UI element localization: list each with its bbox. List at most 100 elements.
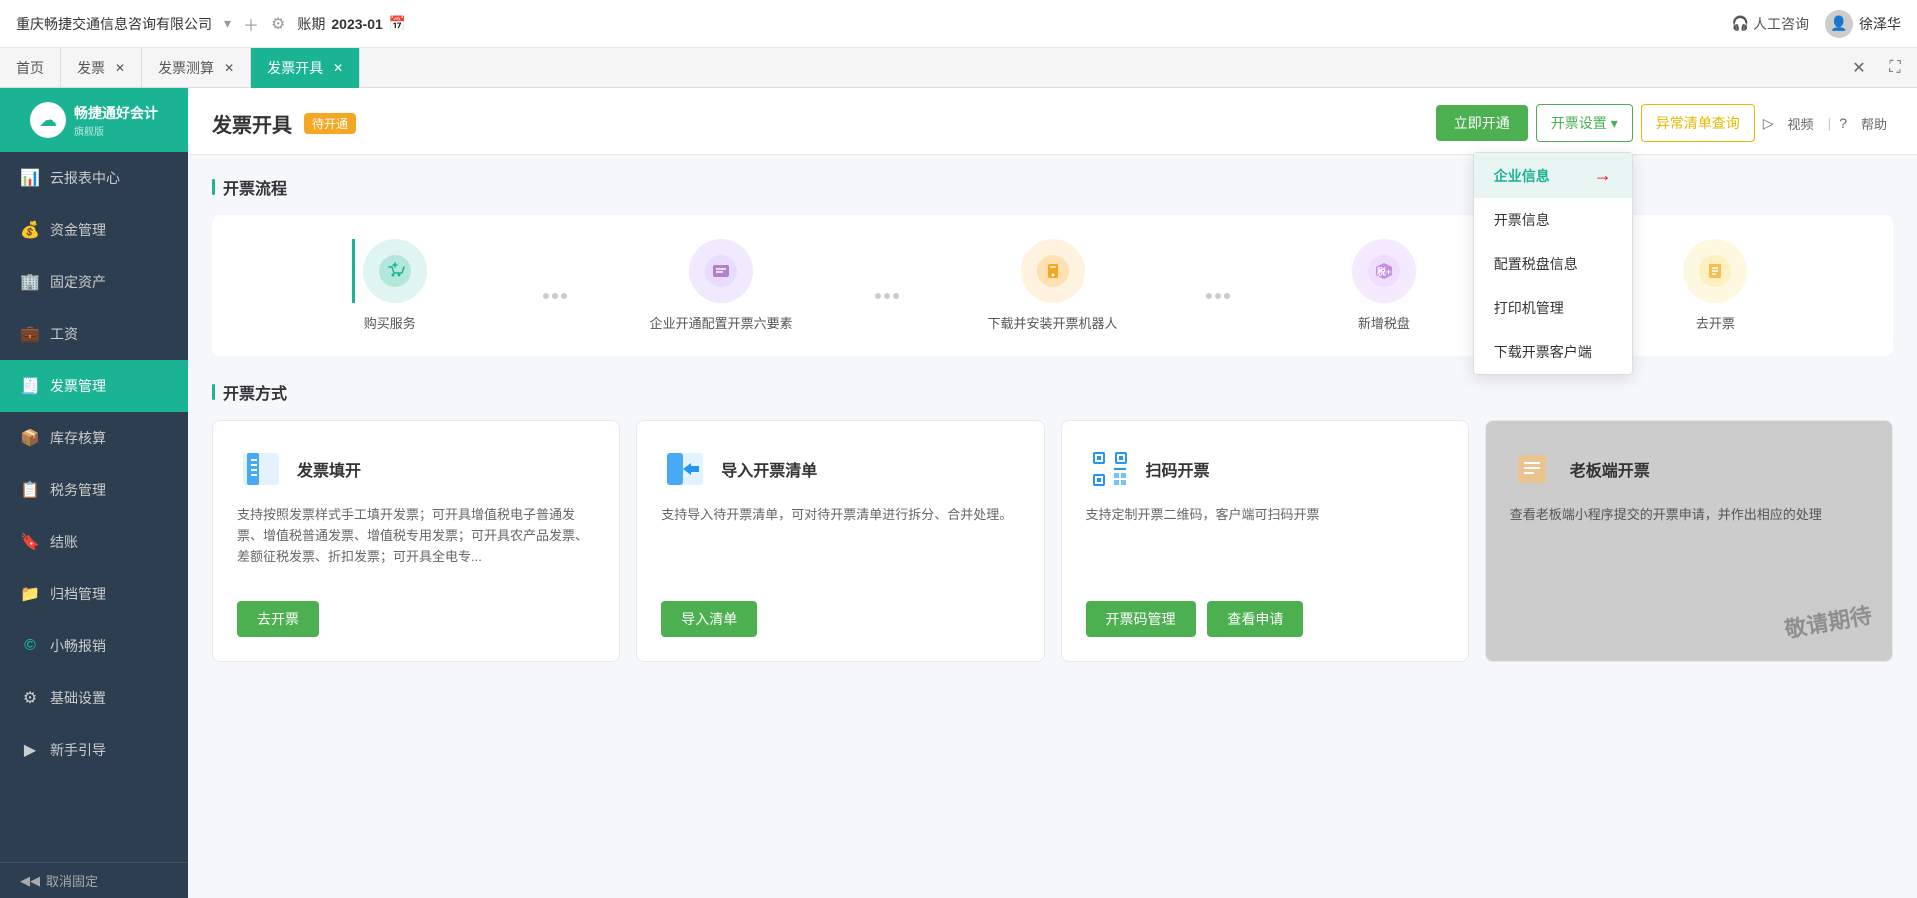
step-config-label: 企业开通配置开票六要素 [650,313,793,332]
sidebar-item-jiezhang-label: 结账 [50,532,78,552]
company-name: 重庆畅捷交通信息咨询有限公司 [16,14,212,34]
header-actions: 立即开通 开票设置 ▾ 企业信息 → 开票信息 [1436,104,1893,142]
top-bar-actions: 🎧 人工咨询 👤 徐泽华 [1732,10,1901,38]
method-import-button[interactable]: 导入清单 [661,601,757,637]
sidebar-item-fapiao[interactable]: 🧾 发票管理 [0,360,188,412]
gudingzichan-icon: 🏢 [20,272,40,292]
sidebar-item-guidang[interactable]: 📁 归档管理 [0,568,188,620]
step-addtax-icon: 税+ [1352,239,1416,303]
method-scan-title: 扫码开票 [1146,457,1210,481]
methods-grid: 发票填开 支持按照发票样式手工填开发票；可开具增值税电子普通发票、增值税普通发票… [212,420,1893,662]
question-icon: ? [1839,115,1847,131]
sidebar-bottom-cancel[interactable]: ◀◀ 取消固定 [0,862,188,898]
sidebar-item-xiaochang[interactable]: © 小畅报销 [0,620,188,672]
method-boss-icon [1510,445,1558,493]
tab-fapiao-close[interactable]: ✕ [115,61,125,75]
dropdown-item-download-client[interactable]: 下载开票客户端 [1474,330,1632,374]
sidebar-item-fapiao-label: 发票管理 [50,376,106,396]
method-fill-icon [237,445,285,493]
method-import-icon [661,445,709,493]
tab-home[interactable]: 首页 [0,48,61,88]
maximize-window-button[interactable]: ⛶ [1881,54,1909,82]
method-import-title: 导入开票清单 [721,457,817,481]
method-boss-watermark: 敬请期待 [1782,598,1874,645]
tab-cesuan[interactable]: 发票测算 ✕ [142,48,251,88]
flow-section-title: 开票流程 [212,175,1893,199]
service-button[interactable]: 🎧 人工咨询 [1732,14,1809,34]
settings-button[interactable]: 开票设置 ▾ [1536,104,1633,142]
step-invoice-label: 去开票 [1696,313,1735,332]
tab-kaiju[interactable]: 发票开具 ✕ [251,48,360,88]
method-scan-manage-button[interactable]: 开票码管理 [1086,601,1196,637]
sidebar-scroll: 📊 云报表中心 💰 资金管理 🏢 固定资产 💼 工资 🧾 发票管理 📦 [0,152,188,862]
sidebar-bottom-label: 取消固定 [46,871,98,890]
tab-cesuan-close[interactable]: ✕ [224,61,234,75]
sidebar-item-guidang-label: 归档管理 [50,584,106,604]
step-config: 企业开通配置开票六要素 [567,239,874,332]
sidebar-item-shuiwu[interactable]: 📋 税务管理 [0,464,188,516]
shuiwu-icon: 📋 [20,480,40,500]
logo-title: 畅捷通好会计 [74,103,158,123]
method-scan-header: 扫码开票 [1086,445,1444,493]
sidebar-item-jichu[interactable]: ⚙ 基础设置 [0,672,188,724]
method-import-header: 导入开票清单 [661,445,1019,493]
step-download-icon [1021,239,1085,303]
account-period: 账期 2023-01 📅 [297,14,406,34]
sidebar-item-jiezhang[interactable]: 🔖 结账 [0,516,188,568]
tab-kaiju-close[interactable]: ✕ [333,61,343,75]
company-dropdown-icon[interactable]: ▾ [224,15,231,32]
xinshou-icon: ▶ [20,740,40,760]
sidebar-item-xinshou[interactable]: ▶ 新手引导 [0,724,188,776]
method-import-desc: 支持导入待开票清单，可对待开票清单进行拆分、合并处理。 [661,505,1019,585]
method-fill-desc: 支持按照发票样式手工填开发票；可开具增值税电子普通发票、增值税普通发票、增值税专… [237,505,595,585]
help-button[interactable]: 帮助 [1855,106,1893,141]
zijin-icon: 💰 [20,220,40,240]
sidebar-item-zijin-label: 资金管理 [50,220,106,240]
page-title: 发票开具 [212,109,292,138]
dropdown-item-printer[interactable]: 打印机管理 [1474,286,1632,330]
tab-cesuan-label: 发票测算 [158,58,214,78]
sidebar-item-gongzi[interactable]: 💼 工资 [0,308,188,360]
sidebar-item-yunbao[interactable]: 📊 云报表中心 [0,152,188,204]
settings-dropdown-wrapper: 开票设置 ▾ 企业信息 → 开票信息 配置税盘信息 [1536,104,1633,142]
dropdown-item-invoice-info[interactable]: 开票信息 [1474,198,1632,242]
sidebar-item-kucun-label: 库存核算 [50,428,106,448]
step-buy-label: 购买服务 [364,313,416,332]
jiezhang-icon: 🔖 [20,532,40,552]
xiaochang-icon: © [20,636,40,656]
tab-fapiao[interactable]: 发票 ✕ [61,48,142,88]
dropdown-item-tax-config[interactable]: 配置税盘信息 [1474,242,1632,286]
chevron-down-icon: ▾ [1611,115,1618,132]
sidebar-logo: ☁ 畅捷通好会计 旗舰版 [0,88,188,152]
kucun-icon: 📦 [20,428,40,448]
settings-icon[interactable]: ⚙ [271,14,285,34]
methods-section-title: 开票方式 [212,380,1893,404]
headset-icon: 🎧 [1732,15,1749,32]
sidebar-item-zijin[interactable]: 💰 资金管理 [0,204,188,256]
sidebar-item-yunbao-label: 云报表中心 [50,168,120,188]
method-fill-button[interactable]: 去开票 [237,601,319,637]
abnormal-button[interactable]: 异常清单查询 [1641,104,1755,142]
sidebar-item-gongzi-label: 工资 [50,324,78,344]
tab-home-label: 首页 [16,58,44,78]
play-icon: ▷ [1763,115,1774,132]
method-scan-buttons: 开票码管理 查看申请 [1086,601,1444,637]
method-scan-apply-button[interactable]: 查看申请 [1207,601,1303,637]
step-divider-1 [543,273,567,299]
logo-icon: ☁ [30,102,66,138]
dropdown-item-enterprise[interactable]: 企业信息 → [1474,153,1632,198]
activate-button[interactable]: 立即开通 [1436,105,1528,141]
video-button[interactable]: 视频 [1782,106,1820,141]
sidebar-item-kucun[interactable]: 📦 库存核算 [0,412,188,464]
method-card-scan: 扫码开票 支持定制开票二维码，客户端可扫码开票 开票码管理 查看申请 [1061,420,1469,662]
close-window-button[interactable]: ✕ [1845,54,1873,82]
method-scan-desc: 支持定制开票二维码，客户端可扫码开票 [1086,505,1444,585]
sidebar-item-gudingzichan[interactable]: 🏢 固定资产 [0,256,188,308]
add-icon[interactable]: ＋ [243,12,259,36]
invoice-info-label: 开票信息 [1494,212,1550,228]
flow-section: 开票流程 购买服务 [212,175,1893,356]
method-card-boss: 老板端开票 查看老板端小程序提交的开票申请，并作出相应的处理 敬请期待 [1485,420,1893,662]
sidebar: ☁ 畅捷通好会计 旗舰版 📊 云报表中心 💰 资金管理 🏢 固定资产 💼 工资 [0,88,188,898]
calendar-icon[interactable]: 📅 [389,15,406,32]
status-badge: 待开通 [304,113,356,134]
